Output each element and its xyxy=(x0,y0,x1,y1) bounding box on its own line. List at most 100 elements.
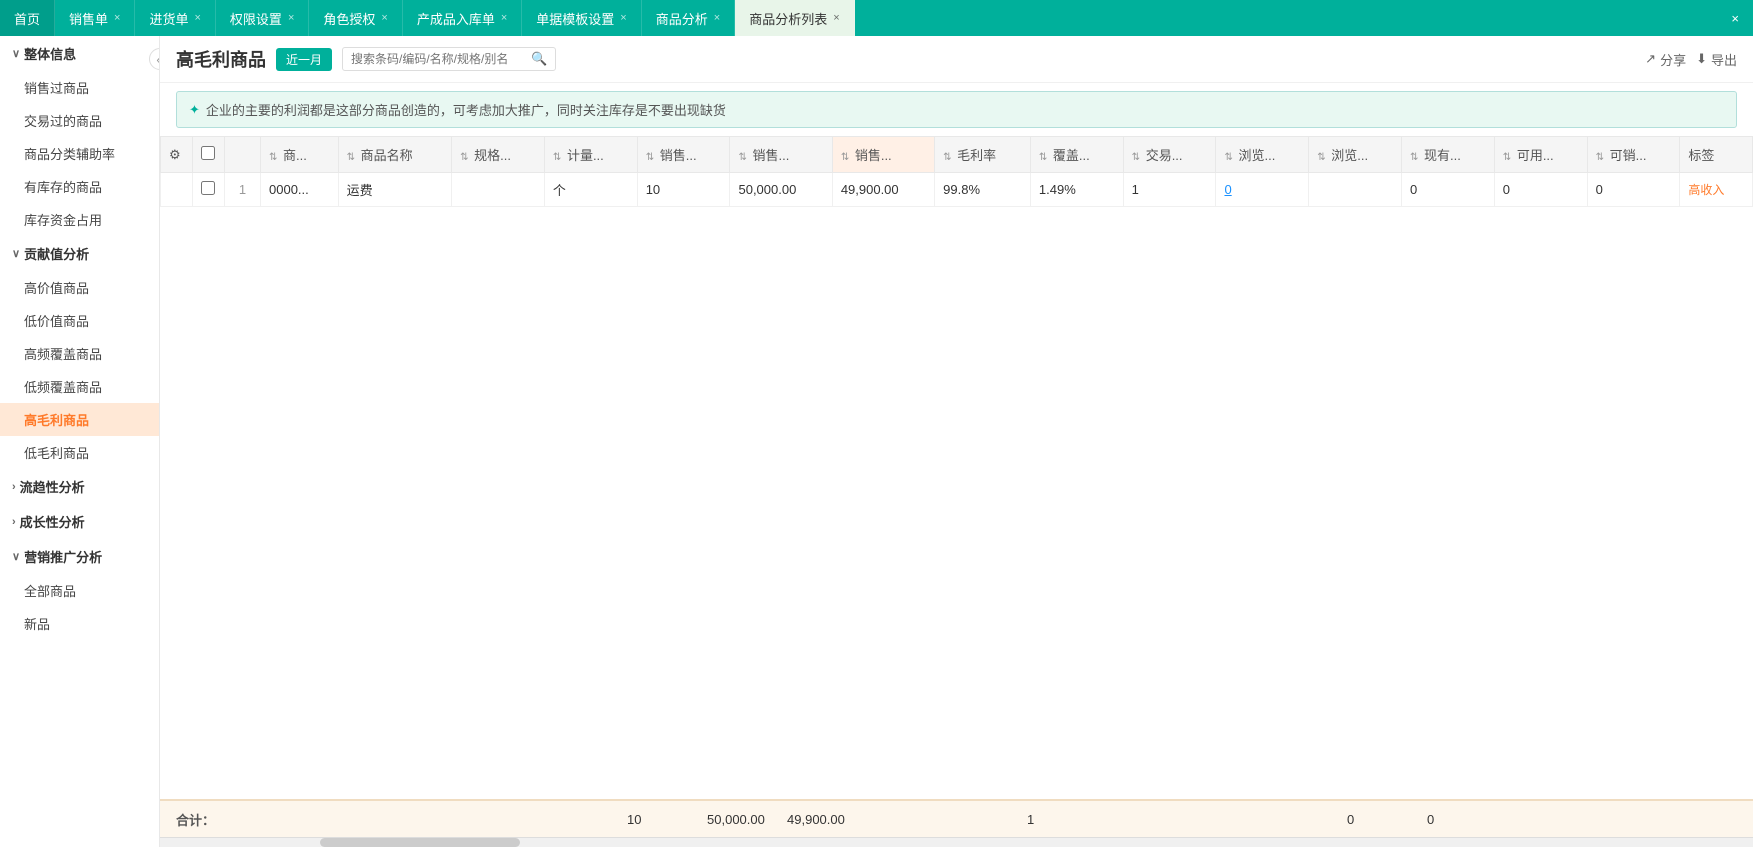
col-sellable-qty[interactable]: ⇅ 可销... xyxy=(1587,137,1680,173)
row-checkbox[interactable] xyxy=(193,173,225,207)
nav-form-template[interactable]: 单据模板设置 × xyxy=(522,0,641,36)
close-permission-settings[interactable]: × xyxy=(288,12,294,24)
footer-sales-cost: 49,900.00 xyxy=(779,812,859,827)
col-unit[interactable]: ⇅ 计量... xyxy=(544,137,637,173)
nav-close-all[interactable]: × xyxy=(1717,0,1753,36)
search-icon[interactable]: 🔍 xyxy=(531,51,547,67)
bottom-scrollbar[interactable] xyxy=(160,837,1753,847)
nav-product-entry[interactable]: 产成品入库单 × xyxy=(403,0,522,36)
content-header: 高毛利商品 近一月 🔍 ↗ 分享 ⬇ 导出 xyxy=(160,36,1753,83)
footer-sales-amount: 50,000.00 xyxy=(699,812,779,827)
row-tag: 高收入 xyxy=(1680,173,1753,207)
close-product-entry[interactable]: × xyxy=(501,12,507,24)
sidebar-section-assets-analysis[interactable]: ∨ 贡献值分析 xyxy=(0,236,159,271)
sidebar-item-all-goods[interactable]: 全部商品 xyxy=(0,574,159,607)
sidebar-item-high-freq[interactable]: 高频覆盖商品 xyxy=(0,337,159,370)
nav-purchase-order[interactable]: 进货单 × xyxy=(135,0,215,36)
table-row: 1 0000... 运费 个 10 50,000.00 49,900.00 99… xyxy=(161,173,1753,207)
nav-sales-order[interactable]: 销售单 × xyxy=(55,0,135,36)
row-gross-rate: 99.8% xyxy=(935,173,1031,207)
col-settings[interactable]: ⚙ xyxy=(161,137,193,173)
row-sales-cost: 49,900.00 xyxy=(832,173,934,207)
col-current-qty[interactable]: ⇅ 现有... xyxy=(1402,137,1495,173)
row-spec xyxy=(452,173,545,207)
sidebar-item-in-stock-goods[interactable]: 有库存的商品 xyxy=(0,170,159,203)
sidebar-section-overall-info[interactable]: ∨ 整体信息 xyxy=(0,36,159,71)
col-sales-cost[interactable]: ⇅ 销售... xyxy=(832,137,934,173)
sidebar-item-high-value[interactable]: 高价值商品 xyxy=(0,271,159,304)
search-input[interactable] xyxy=(351,52,531,66)
section-arrow-overall: ∨ xyxy=(12,47,20,60)
close-product-analysis-list[interactable]: × xyxy=(833,12,839,24)
close-sales-order[interactable]: × xyxy=(114,12,120,24)
settings-icon: ⚙ xyxy=(169,147,181,162)
nav-product-analysis[interactable]: 商品分析 × xyxy=(642,0,735,36)
data-table: ⚙ ⇅ 商... ⇅ 商品名称 xyxy=(160,136,1753,207)
row-transaction: 1 xyxy=(1123,173,1216,207)
close-purchase-order[interactable]: × xyxy=(194,12,200,24)
col-tag: 标签 xyxy=(1680,137,1753,173)
page-title: 高毛利商品 xyxy=(176,46,266,72)
info-banner: ✦ 企业的主要的利润都是这部分商品创造的，可考虑加大推广，同时关注库存是不要出现… xyxy=(176,91,1737,128)
footer-sales-qty: 10 xyxy=(619,812,699,827)
col-sales-amount[interactable]: ⇅ 销售... xyxy=(730,137,832,173)
col-checkbox[interactable] xyxy=(193,137,225,173)
close-product-analysis[interactable]: × xyxy=(714,12,720,24)
share-icon: ↗ xyxy=(1645,51,1656,67)
share-btn[interactable]: ↗ 分享 xyxy=(1645,50,1686,69)
nav-permission-settings[interactable]: 权限设置 × xyxy=(216,0,309,36)
col-available-qty[interactable]: ⇅ 可用... xyxy=(1494,137,1587,173)
main-layout: « ∨ 整体信息 销售过商品 交易过的商品 商品分类辅助率 有库存的商品 库存资… xyxy=(0,36,1753,847)
col-transaction[interactable]: ⇅ 交易... xyxy=(1123,137,1216,173)
footer-available-qty: 0 xyxy=(1339,812,1419,827)
col-sales-qty[interactable]: ⇅ 销售... xyxy=(637,137,730,173)
info-icon: ✦ xyxy=(189,102,200,118)
header-actions: ↗ 分享 ⬇ 导出 xyxy=(1645,50,1737,69)
row-unit: 个 xyxy=(544,173,637,207)
col-gross-rate[interactable]: ⇅ 毛利率 xyxy=(935,137,1031,173)
row-select-checkbox[interactable] xyxy=(201,181,215,195)
close-form-template[interactable]: × xyxy=(620,12,626,24)
nav-role-permission[interactable]: 角色授权 × xyxy=(309,0,402,36)
table-header-row: ⚙ ⇅ 商... ⇅ 商品名称 xyxy=(161,137,1753,173)
close-role-permission[interactable]: × xyxy=(381,12,387,24)
row-browse2 xyxy=(1309,173,1402,207)
col-goods-name[interactable]: ⇅ 商品名称 xyxy=(338,137,452,173)
sidebar-item-low-value[interactable]: 低价值商品 xyxy=(0,304,159,337)
sidebar-item-low-margin[interactable]: 低毛利商品 xyxy=(0,436,159,469)
col-row-num xyxy=(225,137,261,173)
nav-product-analysis-list[interactable]: 商品分析列表 × xyxy=(735,0,854,36)
sidebar-section-trend[interactable]: › 流趋性分析 xyxy=(0,469,159,504)
row-coverage: 1.49% xyxy=(1030,173,1123,207)
export-btn[interactable]: ⬇ 导出 xyxy=(1696,50,1737,69)
sidebar-item-high-margin[interactable]: 高毛利商品 xyxy=(0,403,159,436)
sidebar-section-growth[interactable]: › 成长性分析 xyxy=(0,504,159,539)
row-current-qty: 0 xyxy=(1402,173,1495,207)
col-spec[interactable]: ⇅ 规格... xyxy=(452,137,545,173)
scrollbar-thumb[interactable] xyxy=(320,838,520,847)
nav-home[interactable]: 首页 xyxy=(0,0,55,36)
col-browse1[interactable]: ⇅ 浏览... xyxy=(1216,137,1309,173)
row-sales-amount: 50,000.00 xyxy=(730,173,832,207)
row-browse1[interactable]: 0 xyxy=(1216,173,1309,207)
sidebar-item-goods-assist-rate[interactable]: 商品分类辅助率 xyxy=(0,137,159,170)
select-all-checkbox[interactable] xyxy=(201,146,215,160)
sidebar-item-traded-goods[interactable]: 交易过的商品 xyxy=(0,104,159,137)
section-arrow-trend: › xyxy=(12,481,16,493)
sidebar-section-marketing[interactable]: ∨ 营销推广分析 xyxy=(0,539,159,574)
sidebar-item-inventory-capital[interactable]: 库存资金占用 xyxy=(0,203,159,236)
row-sales-qty: 10 xyxy=(637,173,730,207)
footer-sellable-qty: 0 xyxy=(1419,812,1499,827)
table-body: 1 0000... 运费 个 10 50,000.00 49,900.00 99… xyxy=(161,173,1753,207)
col-browse2[interactable]: ⇅ 浏览... xyxy=(1309,137,1402,173)
row-num: 1 xyxy=(225,173,261,207)
filter-recent-month-btn[interactable]: 近一月 xyxy=(276,48,332,71)
top-nav: 首页 销售单 × 进货单 × 权限设置 × 角色授权 × 产成品入库单 × 单据… xyxy=(0,0,1753,36)
table-container[interactable]: ⚙ ⇅ 商... ⇅ 商品名称 xyxy=(160,136,1753,799)
row-sku-code: 0000... xyxy=(261,173,339,207)
sidebar-item-low-freq[interactable]: 低频覆盖商品 xyxy=(0,370,159,403)
col-sku-code[interactable]: ⇅ 商... xyxy=(261,137,339,173)
sidebar-item-new-goods[interactable]: 新品 xyxy=(0,607,159,640)
sidebar-item-sales-goods[interactable]: 销售过商品 xyxy=(0,71,159,104)
col-coverage[interactable]: ⇅ 覆盖... xyxy=(1030,137,1123,173)
